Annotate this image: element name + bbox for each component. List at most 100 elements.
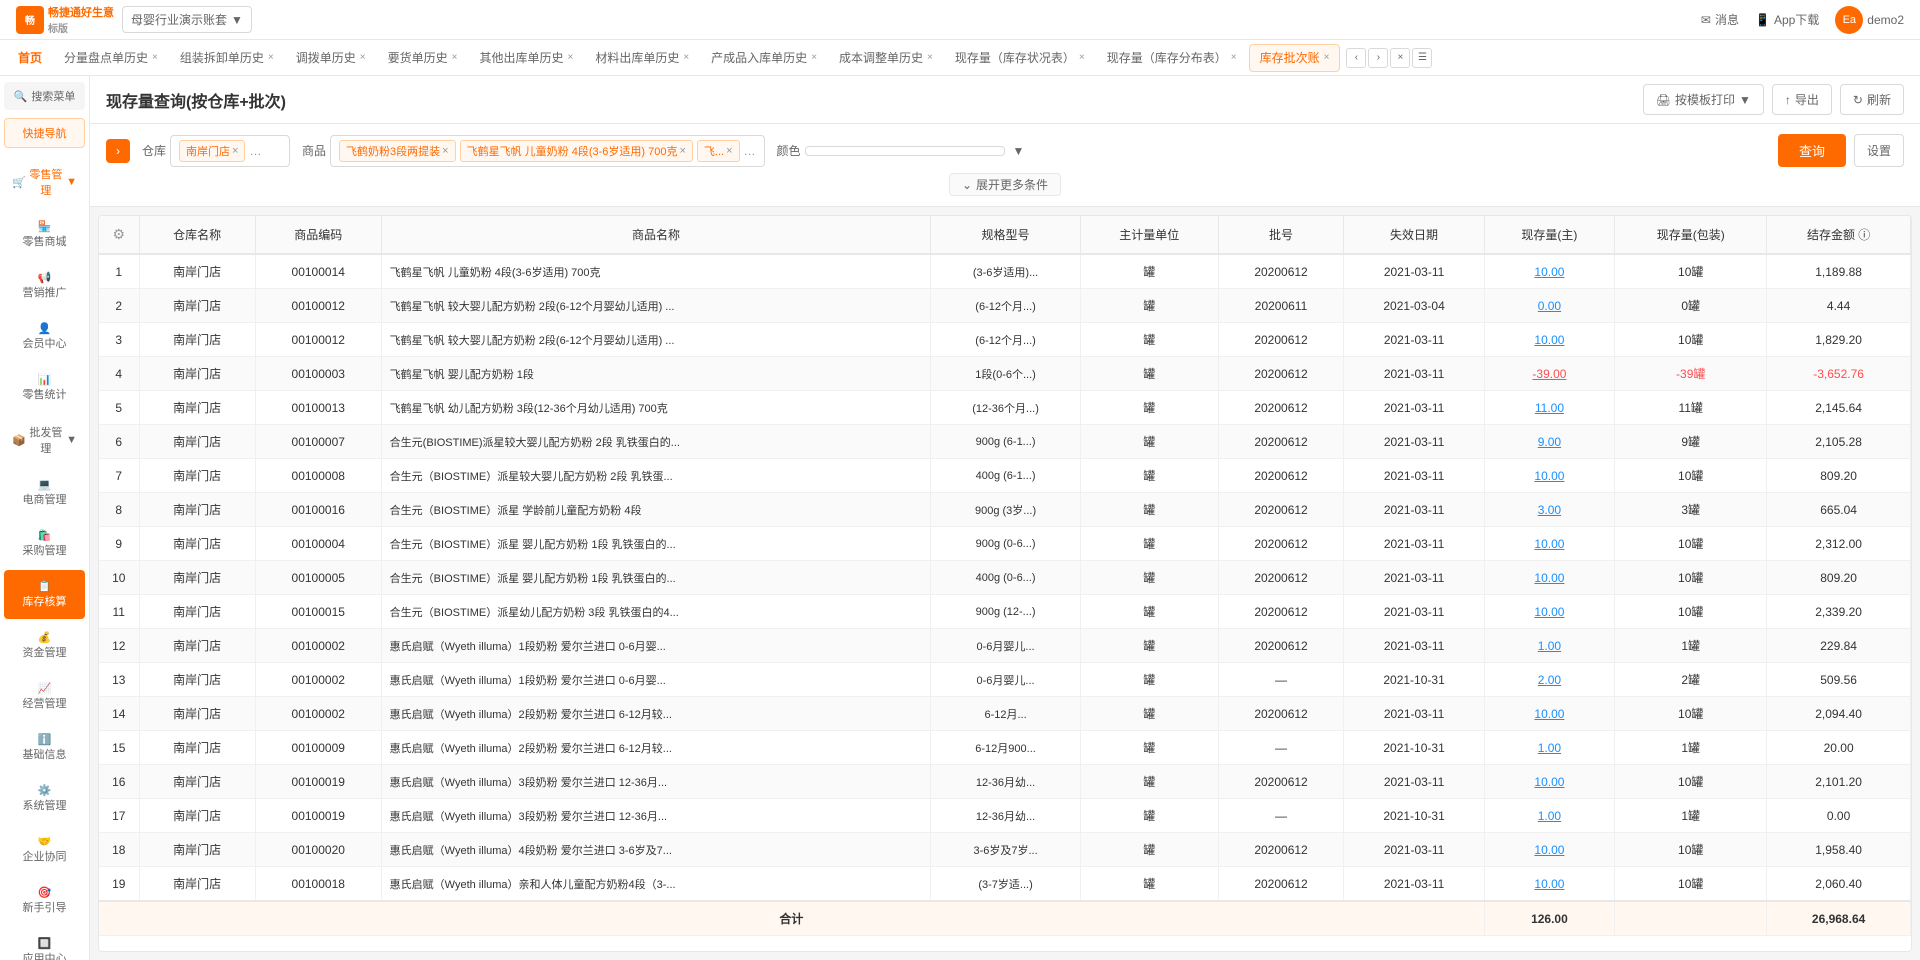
- tab-close-btn[interactable]: ×: [1390, 48, 1410, 68]
- sidebar-item-member[interactable]: 👤 会员中心: [4, 312, 85, 361]
- settings-btn[interactable]: 设置: [1854, 134, 1904, 167]
- sidebar-item-operations[interactable]: 📈 经营管理: [4, 672, 85, 721]
- add-product-btn[interactable]: …: [744, 144, 756, 158]
- cell-qty-main[interactable]: 10.00: [1484, 254, 1615, 289]
- cell-qty-main[interactable]: 11.00: [1484, 391, 1615, 425]
- close-icon[interactable]: ×: [1079, 52, 1085, 63]
- sidebar-item-ecommerce[interactable]: 💻 电商管理: [4, 468, 85, 517]
- close-icon[interactable]: ×: [152, 52, 158, 63]
- expand-more-btn[interactable]: ⌄ 展开更多条件: [949, 173, 1061, 196]
- tab-cunliang1[interactable]: 现存量（库存状况表）×: [945, 44, 1095, 72]
- refresh-btn[interactable]: ↻ 刷新: [1840, 84, 1904, 115]
- tab-chanpin[interactable]: 产成品入库单历史×: [701, 44, 827, 72]
- filter-expand-btn[interactable]: ›: [106, 139, 130, 163]
- color-dropdown-btn[interactable]: ▼: [1013, 144, 1025, 158]
- cell-qty-main[interactable]: 10.00: [1484, 765, 1615, 799]
- cell-qty-main[interactable]: 0.00: [1484, 289, 1615, 323]
- tab-qitachu[interactable]: 其他出库单历史×: [469, 44, 583, 72]
- tab-yaohuo[interactable]: 要货单历史×: [378, 44, 468, 72]
- close-icon[interactable]: ×: [811, 52, 817, 63]
- sidebar-item-system[interactable]: ⚙️ 系统管理: [4, 774, 85, 823]
- cell-amount: 1,958.40: [1767, 833, 1911, 867]
- col-amount: 结存金额 ⓘ: [1767, 216, 1911, 254]
- message-btn[interactable]: ✉ 消息: [1701, 11, 1739, 28]
- tab-chengben[interactable]: 成本调整单历史×: [829, 44, 943, 72]
- tab-zuhe[interactable]: 组装拆卸单历史×: [170, 44, 284, 72]
- remove-product-tag-2[interactable]: ×: [679, 145, 685, 157]
- sidebar-item-purchase[interactable]: 🛍️ 采购管理: [4, 519, 85, 568]
- sidebar-item-retail-mgmt[interactable]: 🛒 零售管理 ▼: [4, 156, 85, 208]
- cell-qty-main[interactable]: 9.00: [1484, 425, 1615, 459]
- sidebar-shortcut-btn[interactable]: 快捷导航: [4, 118, 85, 148]
- tab-fendian[interactable]: 分量盘点单历史×: [54, 44, 168, 72]
- cell-qty-main[interactable]: 1.00: [1484, 731, 1615, 765]
- tab-diaob[interactable]: 调拨单历史×: [286, 44, 376, 72]
- sidebar-item-guide[interactable]: 🎯 新手引导: [4, 876, 85, 925]
- product-tag-3: 飞... ×: [697, 140, 740, 162]
- remove-warehouse-tag[interactable]: ×: [232, 145, 238, 157]
- cell-batch: 20200612: [1218, 629, 1344, 663]
- cell-code: 00100002: [255, 629, 381, 663]
- cell-qty-main[interactable]: 10.00: [1484, 323, 1615, 357]
- cell-qty-main[interactable]: 10.00: [1484, 867, 1615, 902]
- cell-qty-main[interactable]: -39.00: [1484, 357, 1615, 391]
- cell-name: 飞鹤星飞帆 幼儿配方奶粉 3段(12-36个月幼儿适用) 700克: [381, 391, 931, 425]
- sidebar-item-basic-info[interactable]: ℹ️ 基础信息: [4, 723, 85, 772]
- close-icon[interactable]: ×: [360, 52, 366, 63]
- query-btn[interactable]: 查询: [1778, 134, 1846, 167]
- close-icon[interactable]: ×: [1324, 52, 1330, 63]
- close-icon[interactable]: ×: [1231, 52, 1237, 63]
- tab-pici[interactable]: 库存批次账×: [1249, 44, 1341, 72]
- cell-qty-main[interactable]: 10.00: [1484, 527, 1615, 561]
- cell-no: 15: [99, 731, 139, 765]
- cell-code: 00100013: [255, 391, 381, 425]
- col-settings[interactable]: ⚙: [99, 216, 139, 254]
- cell-qty-main[interactable]: 10.00: [1484, 561, 1615, 595]
- sidebar-item-retail-shop[interactable]: 🏪 零售商城: [4, 210, 85, 259]
- close-icon[interactable]: ×: [683, 52, 689, 63]
- print-btn[interactable]: 🖨 按模板打印 ▼: [1643, 84, 1764, 115]
- cell-spec: 3-6岁及7岁...: [931, 833, 1081, 867]
- sidebar-item-app-center[interactable]: 🔲 应用中心: [4, 927, 85, 960]
- remove-product-tag-3[interactable]: ×: [726, 145, 732, 157]
- close-icon[interactable]: ×: [452, 52, 458, 63]
- tab-cailiao[interactable]: 材料出库单历史×: [585, 44, 699, 72]
- app-download-btn[interactable]: 📱 App下载: [1755, 11, 1819, 28]
- table-row: 19 南岸门店 00100018 惠氏启赋（Wyeth illuma）亲和人体儿…: [99, 867, 1911, 902]
- company-selector[interactable]: 母婴行业演示账套 ▼: [122, 6, 252, 33]
- cell-qty-main[interactable]: 10.00: [1484, 833, 1615, 867]
- cell-qty-main[interactable]: 10.00: [1484, 459, 1615, 493]
- close-icon[interactable]: ×: [268, 52, 274, 63]
- tab-menu-btn[interactable]: ☰: [1412, 48, 1432, 68]
- sidebar-item-marketing[interactable]: 📢 营销推广: [4, 261, 85, 310]
- cell-warehouse: 南岸门店: [139, 357, 255, 391]
- tab-cunliang2[interactable]: 现存量（库存分布表）×: [1097, 44, 1247, 72]
- export-btn[interactable]: ↑ 导出: [1772, 84, 1832, 115]
- close-icon[interactable]: ×: [927, 52, 933, 63]
- cell-qty-main[interactable]: 10.00: [1484, 697, 1615, 731]
- cell-qty-main[interactable]: 3.00: [1484, 493, 1615, 527]
- remove-product-tag-1[interactable]: ×: [442, 145, 448, 157]
- cell-qty-main[interactable]: 1.00: [1484, 629, 1615, 663]
- sidebar-item-finance[interactable]: 💰 资金管理: [4, 621, 85, 670]
- operations-icon: 📈: [38, 682, 52, 695]
- sidebar-item-collab[interactable]: 🤝 企业协同: [4, 825, 85, 874]
- cell-unit: 罐: [1080, 765, 1218, 799]
- sidebar-item-retail-stats[interactable]: 📊 零售统计: [4, 363, 85, 412]
- sidebar-search-btn[interactable]: 🔍 搜索菜单: [4, 82, 85, 110]
- tab-prev-btn[interactable]: ‹: [1346, 48, 1366, 68]
- cell-qty-main[interactable]: 10.00: [1484, 595, 1615, 629]
- user-area[interactable]: Ea demo2: [1835, 6, 1904, 34]
- add-warehouse-btn[interactable]: …: [249, 144, 261, 158]
- tab-home[interactable]: 首页: [8, 44, 52, 72]
- cell-qty-main[interactable]: 2.00: [1484, 663, 1615, 697]
- sidebar-item-inventory[interactable]: 📋 库存核算: [4, 570, 85, 619]
- sidebar-item-wholesale[interactable]: 📦 批发管理 ▼: [4, 414, 85, 466]
- cell-qty-main[interactable]: 1.00: [1484, 799, 1615, 833]
- cell-spec: 900g (0-6...): [931, 527, 1081, 561]
- cell-batch: 20200612: [1218, 833, 1344, 867]
- table-header-row: ⚙ 仓库名称 商品编码 商品名称 规格型号 主计量单位 批号 失效日期 现存量(…: [99, 216, 1911, 254]
- close-icon[interactable]: ×: [567, 52, 573, 63]
- cell-unit: 罐: [1080, 357, 1218, 391]
- tab-next-btn[interactable]: ›: [1368, 48, 1388, 68]
